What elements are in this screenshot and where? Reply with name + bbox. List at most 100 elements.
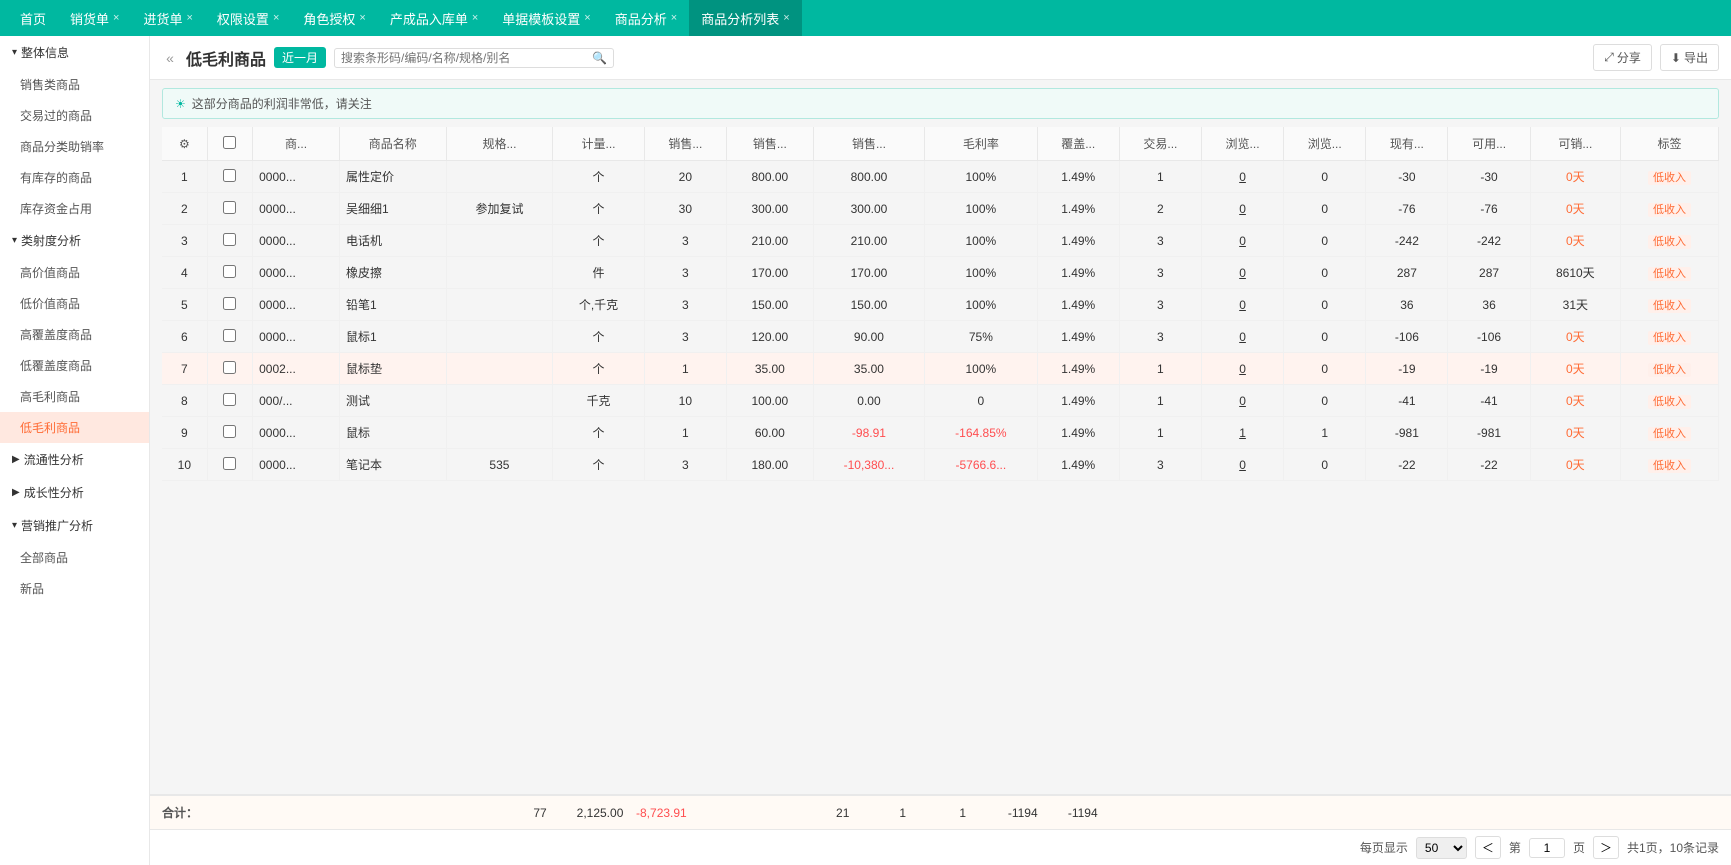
export-button[interactable]: ⬇ 导出 [1660, 44, 1719, 71]
nav-item-template[interactable]: 单据模板设置 × [490, 0, 602, 36]
sidebar-item-all-goods[interactable]: 全部商品 [0, 542, 149, 573]
row-sales-amount: -10,380... [813, 449, 924, 481]
col-current[interactable]: 现有... [1366, 127, 1448, 161]
row-checkbox[interactable] [207, 161, 252, 193]
row-no: 1 [162, 161, 207, 193]
collapse-sidebar-button[interactable]: « [162, 50, 178, 66]
sidebar-group-marketing-title[interactable]: ▾ 营销推广分析 [0, 509, 149, 542]
row-view1[interactable]: 0 [1201, 449, 1283, 481]
col-sales-price[interactable]: 销售... [726, 127, 813, 161]
sidebar-item-high-value[interactable]: 高价值商品 [0, 257, 149, 288]
sidebar-item-sales-goods[interactable]: 销售类商品 [0, 69, 149, 100]
col-gross-rate[interactable]: 毛利率 [925, 127, 1038, 161]
nav-item-purchase[interactable]: 进货单 × [131, 0, 204, 36]
sidebar-item-category-rate[interactable]: 商品分类助销率 [0, 131, 149, 162]
row-checkbox[interactable] [207, 289, 252, 321]
row-sales-amount: -98.91 [813, 417, 924, 449]
close-products-icon[interactable]: × [472, 12, 478, 24]
row-unit: 个 [553, 449, 644, 481]
nav-item-permissions[interactable]: 权限设置 × [205, 0, 291, 36]
nav-item-home[interactable]: 首页 [8, 0, 58, 36]
notice-text: 这部分商品的利润非常低，请关注 [192, 95, 372, 112]
close-analysis-icon[interactable]: × [671, 12, 677, 24]
close-template-icon[interactable]: × [584, 12, 590, 24]
nav-item-analysis[interactable]: 商品分析 × [603, 0, 689, 36]
sidebar-item-low-margin[interactable]: 低毛利商品 [0, 412, 149, 443]
next-page-button[interactable]: ＞ [1593, 836, 1619, 859]
row-view1[interactable]: 0 [1201, 193, 1283, 225]
sidebar-group-class-title[interactable]: ▾ 类射度分析 [0, 224, 149, 257]
col-coverage[interactable]: 覆盖... [1037, 127, 1119, 161]
row-checkbox[interactable] [207, 193, 252, 225]
row-transaction: 3 [1119, 257, 1201, 289]
nav-item-roles[interactable]: 角色授权 × [291, 0, 377, 36]
col-sales-qty[interactable]: 销售... [644, 127, 726, 161]
row-view1[interactable]: 0 [1201, 225, 1283, 257]
col-tag[interactable]: 标签 [1621, 127, 1719, 161]
col-view1[interactable]: 浏览... [1201, 127, 1283, 161]
nav-item-sales[interactable]: 销货单 × [58, 0, 131, 36]
col-transaction[interactable]: 交易... [1119, 127, 1201, 161]
row-view1[interactable]: 0 [1201, 385, 1283, 417]
nav-item-analysis-list[interactable]: 商品分析列表 × [689, 0, 801, 36]
row-view1[interactable]: 0 [1201, 321, 1283, 353]
col-code[interactable]: 商... [253, 127, 340, 161]
close-purchase-icon[interactable]: × [186, 12, 192, 24]
table-container[interactable]: ⚙ 商... 商品名称 规格... 计量... 销售... 销售... 销售..… [150, 127, 1731, 794]
table-row: 3 0000... 电话机 个 3 210.00 210.00 100% 1.4… [162, 225, 1719, 257]
search-icon[interactable]: 🔍 [592, 51, 607, 65]
sidebar-group-growth-title[interactable]: ▶ 成长性分析 [0, 476, 149, 509]
row-checkbox[interactable] [207, 385, 252, 417]
close-roles-icon[interactable]: × [359, 12, 365, 24]
col-available[interactable]: 可用... [1448, 127, 1530, 161]
nav-item-products[interactable]: 产成品入库单 × [378, 0, 490, 36]
group-overall-arrow: ▾ [12, 47, 17, 58]
col-unit[interactable]: 计量... [553, 127, 644, 161]
select-all-checkbox[interactable] [223, 136, 236, 149]
share-button[interactable]: ⤢ 分享 [1593, 44, 1652, 71]
sidebar-item-traded-goods[interactable]: 交易过的商品 [0, 100, 149, 131]
group-marketing-arrow: ▾ [12, 520, 17, 531]
row-checkbox[interactable] [207, 257, 252, 289]
row-available: -41 [1448, 385, 1530, 417]
row-view2: 0 [1284, 289, 1366, 321]
col-settings[interactable]: ⚙ [162, 127, 207, 161]
close-permissions-icon[interactable]: × [273, 12, 279, 24]
sidebar-item-capital[interactable]: 库存资金占用 [0, 193, 149, 224]
col-view2[interactable]: 浏览... [1284, 127, 1366, 161]
sidebar-item-low-value[interactable]: 低价值商品 [0, 288, 149, 319]
col-sellable[interactable]: 可销... [1530, 127, 1620, 161]
sidebar-item-new-goods[interactable]: 新品 [0, 573, 149, 604]
close-sales-icon[interactable]: × [113, 12, 119, 24]
prev-page-button[interactable]: ＜ [1475, 836, 1501, 859]
row-transaction: 1 [1119, 161, 1201, 193]
row-view1[interactable]: 0 [1201, 257, 1283, 289]
sidebar-group-overall-title[interactable]: ▾ 整体信息 [0, 36, 149, 69]
row-checkbox[interactable] [207, 449, 252, 481]
filter-tag-recent[interactable]: 近一月 [274, 47, 326, 68]
col-checkbox[interactable] [207, 127, 252, 161]
current-page-input[interactable] [1529, 838, 1565, 858]
sidebar-item-in-stock[interactable]: 有库存的商品 [0, 162, 149, 193]
sidebar-item-high-margin[interactable]: 高毛利商品 [0, 381, 149, 412]
row-gross-rate: 100% [925, 161, 1038, 193]
row-checkbox[interactable] [207, 321, 252, 353]
row-checkbox[interactable] [207, 225, 252, 257]
row-view1[interactable]: 0 [1201, 353, 1283, 385]
col-spec[interactable]: 规格... [446, 127, 553, 161]
row-spec [446, 225, 553, 257]
sidebar-group-flow-title[interactable]: ▶ 流通性分析 [0, 443, 149, 476]
row-view1[interactable]: 0 [1201, 289, 1283, 321]
row-unit: 个 [553, 193, 644, 225]
col-sales-amount[interactable]: 销售... [813, 127, 924, 161]
per-page-select[interactable]: 50 100 200 [1416, 837, 1467, 859]
row-checkbox[interactable] [207, 417, 252, 449]
row-checkbox[interactable] [207, 353, 252, 385]
search-input[interactable] [341, 51, 592, 65]
sidebar-item-high-coverage[interactable]: 高覆盖度商品 [0, 319, 149, 350]
row-view1[interactable]: 1 [1201, 417, 1283, 449]
col-name[interactable]: 商品名称 [339, 127, 446, 161]
close-analysis-list-icon[interactable]: × [783, 12, 789, 24]
sidebar-item-low-coverage[interactable]: 低覆盖度商品 [0, 350, 149, 381]
row-view1[interactable]: 0 [1201, 161, 1283, 193]
